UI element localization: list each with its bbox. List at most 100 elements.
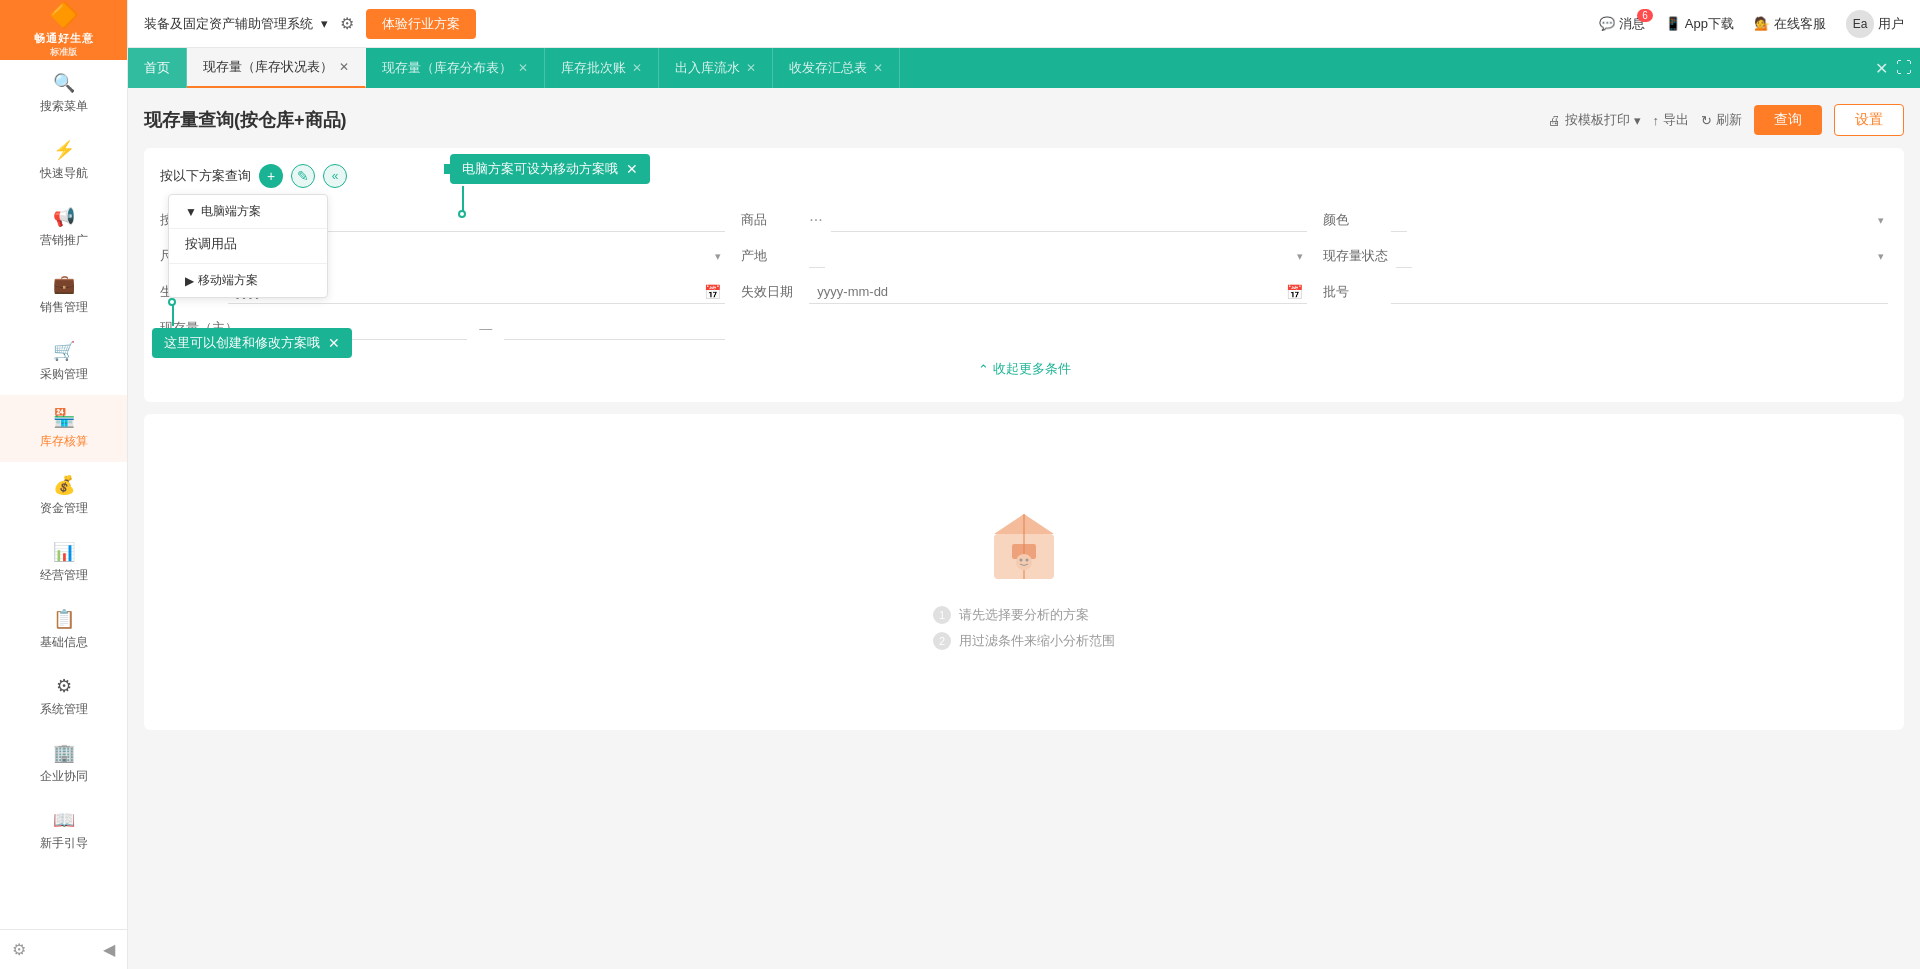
sidebar-menu: 🔍 搜索菜单 ⚡ 快速导航 📢 营销推广 💼 销售管理 🛒 采购管理 🏪 库存核… xyxy=(0,60,127,929)
sidebar-item-finance[interactable]: 💰 资金管理 xyxy=(0,462,127,529)
svg-point-4 xyxy=(1016,554,1032,570)
sidebar-item-purchase[interactable]: 🛒 采购管理 xyxy=(0,328,127,395)
system-icon: ⚙ xyxy=(56,675,72,697)
sidebar-item-inventory[interactable]: 🏪 库存核算 xyxy=(0,395,127,462)
bell-icon: 💬 xyxy=(1599,16,1615,31)
marketing-icon: 📢 xyxy=(53,206,75,228)
tab-inventory-dist[interactable]: 现存量（库存分布表） ✕ xyxy=(366,48,545,88)
expand-icon[interactable]: ⛶ xyxy=(1896,59,1912,77)
tab-close-icon[interactable]: ✕ xyxy=(632,61,642,75)
plan-item-default[interactable]: 按调用品 xyxy=(169,229,327,259)
filter-row-4: 现存量（主） — xyxy=(160,316,1888,340)
settings-button[interactable]: 设置 xyxy=(1834,104,1904,136)
tip-number-1: 1 xyxy=(933,606,951,624)
arrow-right-icon: ▶ xyxy=(185,274,194,288)
back-plan-button[interactable]: « xyxy=(323,164,347,188)
sidebar: 🔶 畅通好生意 标准版 🔍 搜索菜单 ⚡ 快速导航 📢 营销推广 💼 销售管理 … xyxy=(0,0,128,969)
sidebar-item-label: 快速导航 xyxy=(40,165,88,182)
tooltip-1-close[interactable]: ✕ xyxy=(626,161,638,177)
tab-inventory-dist-label: 现存量（库存分布表） xyxy=(382,59,512,77)
online-service-link[interactable]: 💁 在线客服 xyxy=(1754,15,1826,33)
system-name: 装备及固定资产辅助管理系统 xyxy=(144,15,313,33)
basic-icon: 📋 xyxy=(53,608,75,630)
add-plan-button[interactable]: + xyxy=(259,164,283,188)
sidebar-item-marketing[interactable]: 📢 营销推广 xyxy=(0,194,127,261)
service-icon: 💁 xyxy=(1754,16,1770,31)
tab-close-icon[interactable]: ✕ xyxy=(518,61,528,75)
plan-dropdown: ▼ 电脑端方案 按调用品 ▶ 移动端方案 xyxy=(168,194,328,298)
empty-illustration xyxy=(974,494,1074,594)
sidebar-item-quick[interactable]: ⚡ 快速导航 xyxy=(0,127,127,194)
quick-icon: ⚡ xyxy=(53,139,75,161)
app-logo: 🔶 畅通好生意 标准版 xyxy=(0,0,127,60)
sidebar-item-system[interactable]: ⚙ 系统管理 xyxy=(0,663,127,730)
filter-row-1: 按调用 ··· 商品 ··· 颜色 xyxy=(160,208,1888,232)
user-menu[interactable]: Ea 用户 xyxy=(1846,10,1904,38)
collapse-bar[interactable]: ⌃ 收起更多条件 xyxy=(160,352,1888,386)
produce-date-calendar-icon[interactable]: 📅 xyxy=(704,284,721,300)
tooltip-2-close[interactable]: ✕ xyxy=(328,335,340,351)
system-selector[interactable]: 装备及固定资产辅助管理系统 ▾ xyxy=(144,15,328,33)
svg-point-6 xyxy=(1026,559,1029,562)
sidebar-item-label: 新手引导 xyxy=(40,835,88,852)
app-download-link[interactable]: 📱 App下载 xyxy=(1665,15,1734,33)
main-content: 现存量查询(按仓库+商品) 🖨 按模板打印 ▾ ↑ 导出 ↻ 刷新 查询 设置 … xyxy=(128,88,1920,969)
tab-inventory-status[interactable]: 现存量（库存状况表） ✕ xyxy=(187,48,366,88)
notification-bell[interactable]: 💬 消息 6 xyxy=(1599,15,1645,33)
page-title-bar: 现存量查询(按仓库+商品) 🖨 按模板打印 ▾ ↑ 导出 ↻ 刷新 查询 设置 xyxy=(144,104,1904,136)
sidebar-item-search[interactable]: 🔍 搜索菜单 xyxy=(0,60,127,127)
header-gear-icon[interactable]: ⚙ xyxy=(340,14,354,33)
tab-home[interactable]: 首页 xyxy=(128,48,187,88)
batch-label: 批号 xyxy=(1323,283,1383,301)
stock-status-select[interactable] xyxy=(1396,244,1412,268)
batch-field: 批号 xyxy=(1323,280,1888,304)
tab-inout-flow[interactable]: 出入库流水 ✕ xyxy=(659,48,773,88)
system-dropdown-icon: ▾ xyxy=(321,16,328,31)
empty-tips: 1 请先选择要分析的方案 2 用过滤条件来缩小分析范围 xyxy=(933,606,1115,650)
sidebar-item-operations[interactable]: 📊 经营管理 xyxy=(0,529,127,596)
sidebar-item-label: 销售管理 xyxy=(40,299,88,316)
tab-close-icon[interactable]: ✕ xyxy=(873,61,883,75)
filter-area: 按以下方案查询 + ✎ « 电脑方案可设为移动方案哦 ✕ xyxy=(144,148,1904,402)
product-dots[interactable]: ··· xyxy=(809,211,822,229)
sidebar-item-enterprise[interactable]: 🏢 企业协同 xyxy=(0,730,127,797)
tab-home-label: 首页 xyxy=(144,59,170,77)
sidebar-item-sales[interactable]: 💼 销售管理 xyxy=(0,261,127,328)
stock-qty-to-input[interactable] xyxy=(504,316,725,340)
edit-plan-button[interactable]: ✎ xyxy=(291,164,315,188)
query-button[interactable]: 查询 xyxy=(1754,105,1822,135)
footer-settings-icon[interactable]: ⚙ xyxy=(12,940,26,959)
phone-icon: 📱 xyxy=(1665,16,1681,31)
expire-date-input[interactable] xyxy=(809,280,1306,304)
export-button[interactable]: ↑ 导出 xyxy=(1653,111,1690,129)
tabs-right-actions: ✕ ⛶ xyxy=(1875,48,1920,88)
color-select[interactable] xyxy=(1391,208,1407,232)
header: 装备及固定资产辅助管理系统 ▾ ⚙ 体验行业方案 💬 消息 6 📱 App下载 … xyxy=(128,0,1920,48)
close-all-icon[interactable]: ✕ xyxy=(1875,59,1888,78)
product-input[interactable] xyxy=(831,208,1307,232)
stock-status-field: 现存量状态 xyxy=(1323,244,1888,268)
tab-close-icon[interactable]: ✕ xyxy=(339,60,349,74)
batch-input[interactable] xyxy=(1391,280,1888,304)
sidebar-item-basic[interactable]: 📋 基础信息 xyxy=(0,596,127,663)
sidebar-item-label: 基础信息 xyxy=(40,634,88,651)
sidebar-collapse-icon[interactable]: ◀ xyxy=(103,940,115,959)
logo-name: 畅通好生意 xyxy=(34,31,94,46)
expire-date-calendar-icon[interactable]: 📅 xyxy=(1286,284,1303,300)
origin-select[interactable] xyxy=(809,244,825,268)
print-button[interactable]: 🖨 按模板打印 ▾ xyxy=(1548,111,1641,129)
chevron-up-icon: ⌃ xyxy=(978,362,989,377)
origin-label: 产地 xyxy=(741,247,801,265)
trial-button[interactable]: 体验行业方案 xyxy=(366,9,476,39)
refresh-button[interactable]: ↻ 刷新 xyxy=(1701,111,1742,129)
tab-batch-ledger[interactable]: 库存批次账 ✕ xyxy=(545,48,659,88)
svg-point-5 xyxy=(1020,559,1023,562)
filter-rows-container: 按调用 ··· 商品 ··· 颜色 xyxy=(160,208,1888,340)
tab-close-icon[interactable]: ✕ xyxy=(746,61,756,75)
color-label: 颜色 xyxy=(1323,211,1383,229)
product-label: 商品 xyxy=(741,211,801,229)
tooltip-1-text: 电脑方案可设为移动方案哦 xyxy=(462,160,618,178)
sidebar-item-guide[interactable]: 📖 新手引导 xyxy=(0,797,127,864)
user-initial: Ea xyxy=(1853,17,1868,31)
tab-recv-summary[interactable]: 收发存汇总表 ✕ xyxy=(773,48,900,88)
